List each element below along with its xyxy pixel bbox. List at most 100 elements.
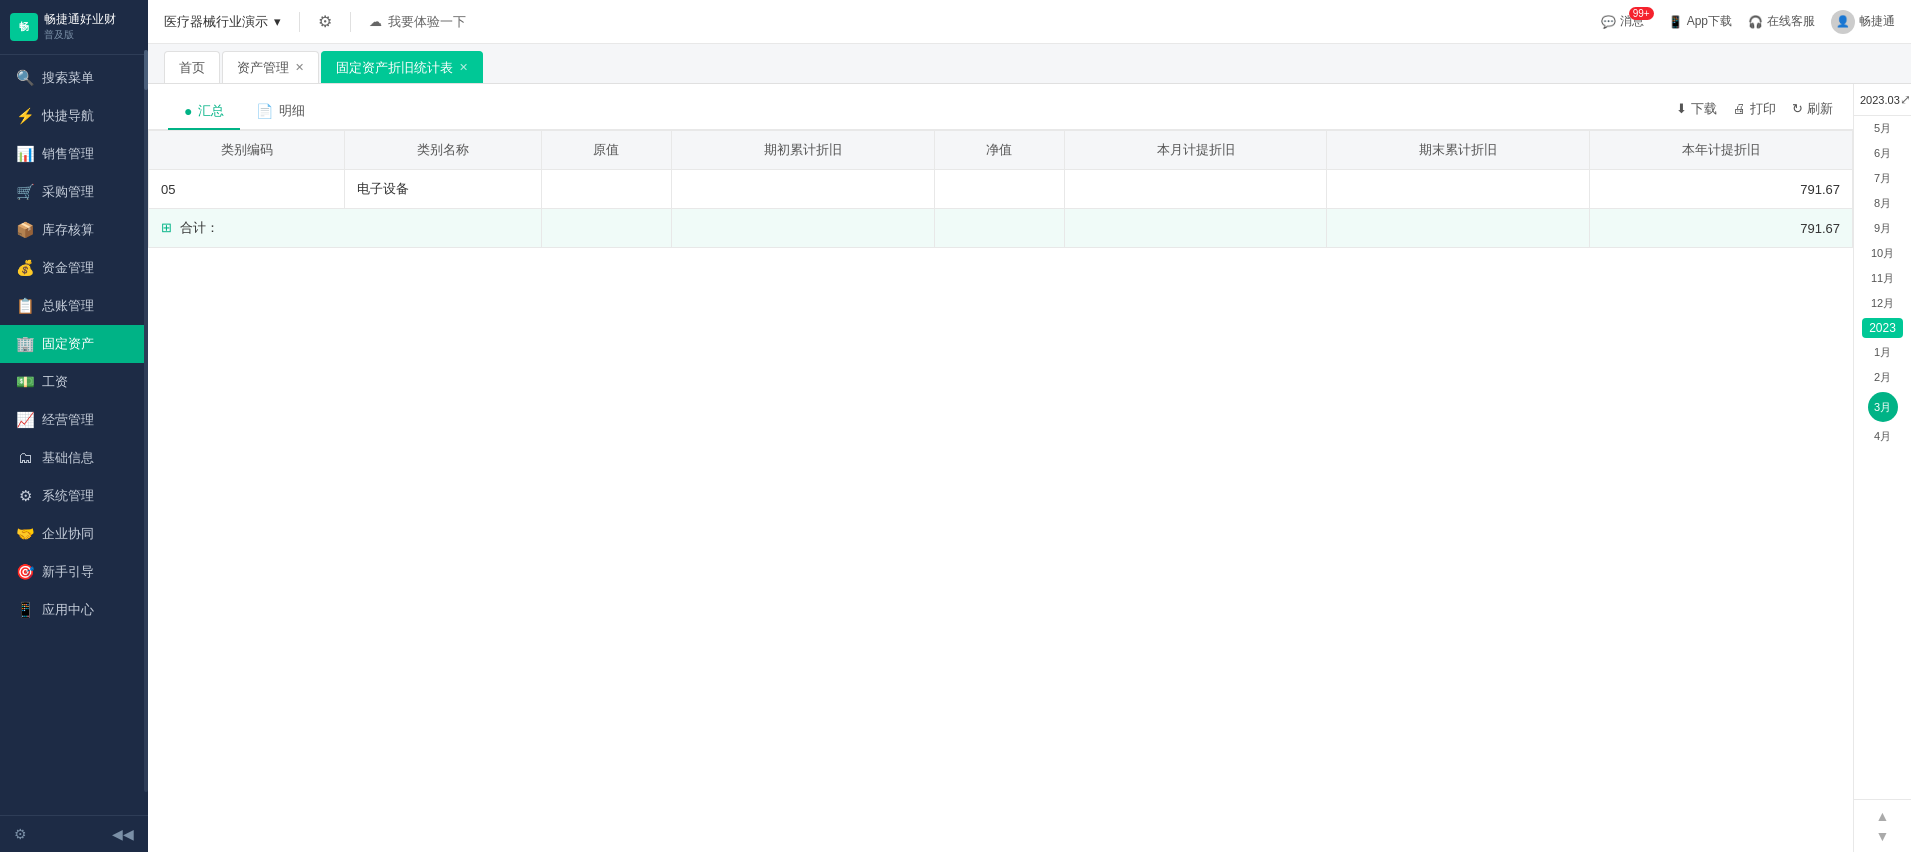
right-panel: 2023.03 ⤢ ✕ 5月 6月 7月 8月 9月 10月 11月 12月 2… <box>1853 84 1911 852</box>
lightning-icon: ⚡ <box>16 107 34 125</box>
refresh-icon: ↻ <box>1792 101 1803 116</box>
detail-tab-icon: 📄 <box>256 103 273 119</box>
building-icon: 🏢 <box>16 335 34 353</box>
sidebar-header: 畅 畅捷通好业财 普及版 <box>0 0 148 55</box>
sidebar-item-sales[interactable]: 📊 销售管理 <box>0 135 148 173</box>
summary-initial-dep <box>671 209 934 248</box>
topbar-settings-icon[interactable]: ⚙ <box>318 12 332 31</box>
year-2023-label: 2023 <box>1862 318 1903 338</box>
sidebar-item-system[interactable]: ⚙ 系统管理 <box>0 477 148 515</box>
trend-icon: 📈 <box>16 411 34 429</box>
banknote-icon: 💵 <box>16 373 34 391</box>
collapse-icon[interactable]: ◀◀ <box>112 826 134 842</box>
tab-fixed-depreciation[interactable]: 固定资产折旧统计表 ✕ <box>321 51 483 83</box>
tab-fixed-close[interactable]: ✕ <box>459 61 468 74</box>
sidebar-item-corp[interactable]: 🤝 企业协同 <box>0 515 148 553</box>
settings-footer-icon[interactable]: ⚙ <box>14 826 27 842</box>
app-title-block: 畅捷通好业财 普及版 <box>44 12 116 42</box>
subtab-summary[interactable]: ● 汇总 <box>168 94 240 130</box>
content: ● 汇总 📄 明细 ⬇ 下载 🖨 打印 <box>148 84 1911 852</box>
scroll-up-btn[interactable]: ▲ <box>1876 808 1890 824</box>
user-avatar: 👤 <box>1831 10 1855 34</box>
month-item-5[interactable]: 5月 <box>1854 116 1911 141</box>
search-icon: 🔍 <box>16 69 34 87</box>
topbar-divider <box>299 12 300 32</box>
sidebar-item-fixed[interactable]: 🏢 固定资产 <box>0 325 148 363</box>
messages-badge: 99+ <box>1629 7 1654 20</box>
customer-service-btn[interactable]: 🎧 在线客服 <box>1748 13 1815 30</box>
messages-btn[interactable]: 💬 消息 99+ <box>1601 13 1644 30</box>
sidebar-item-base[interactable]: 🗂 基础信息 <box>0 439 148 477</box>
right-panel-scroll: 5月 6月 7月 8月 9月 10月 11月 12月 2023 1月 2月 3月… <box>1854 116 1911 799</box>
experience-btn[interactable]: ☁ 我要体验一下 <box>369 13 466 31</box>
sidebar-item-ledger[interactable]: 📋 总账管理 <box>0 287 148 325</box>
print-btn[interactable]: 🖨 打印 <box>1733 100 1776 118</box>
message-icon: 💬 <box>1601 15 1616 29</box>
sidebar-item-label: 库存核算 <box>42 221 94 239</box>
cart-icon: 🛒 <box>16 183 34 201</box>
download-btn[interactable]: ⬇ 下载 <box>1676 100 1717 118</box>
month-item-12[interactable]: 12月 <box>1854 291 1911 316</box>
company-selector[interactable]: 医疗器械行业演示 ▾ <box>164 13 281 31</box>
sidebar-scroll-track <box>144 50 148 792</box>
month-item-6[interactable]: 6月 <box>1854 141 1911 166</box>
subtab-detail[interactable]: 📄 明细 <box>240 94 321 130</box>
summary-original <box>541 209 671 248</box>
tab-asset-close[interactable]: ✕ <box>295 61 304 74</box>
expand-icon[interactable]: ⤢ <box>1900 92 1911 107</box>
month-item-9[interactable]: 9月 <box>1854 216 1911 241</box>
sidebar-item-apps[interactable]: 📱 应用中心 <box>0 591 148 629</box>
sidebar-item-purchase[interactable]: 🛒 采购管理 <box>0 173 148 211</box>
dropdown-icon: ▾ <box>274 14 281 29</box>
month-item-2023-4[interactable]: 4月 <box>1854 424 1911 449</box>
month-item-8[interactable]: 8月 <box>1854 191 1911 216</box>
col-initial-dep: 期初累计折旧 <box>671 131 934 170</box>
tabbar: 首页 资产管理 ✕ 固定资产折旧统计表 ✕ <box>148 44 1911 84</box>
month-item-2023-3[interactable]: 3月 <box>1868 392 1898 422</box>
col-name: 类别名称 <box>345 131 541 170</box>
app-subtitle: 普及版 <box>44 28 116 42</box>
table-header-row: 类别编码 类别名称 原值 期初累计折旧 净值 本月计提折旧 期末累计折旧 本年计… <box>149 131 1853 170</box>
right-panel-title: 2023.03 <box>1860 94 1900 106</box>
col-monthly-dep: 本月计提折旧 <box>1064 131 1327 170</box>
tab-home[interactable]: 首页 <box>164 51 220 83</box>
summary-annual-dep: 791.67 <box>1590 209 1853 248</box>
sidebar-footer: ⚙ ◀◀ <box>0 815 148 852</box>
topbar-divider2 <box>350 12 351 32</box>
table-row: 05 电子设备 791.67 <box>149 170 1853 209</box>
sidebar-item-ops[interactable]: 📈 经营管理 <box>0 401 148 439</box>
cell-original <box>541 170 671 209</box>
sidebar-item-inventory[interactable]: 📦 库存核算 <box>0 211 148 249</box>
summary-tab-icon: ● <box>184 103 192 119</box>
month-item-10[interactable]: 10月 <box>1854 241 1911 266</box>
month-item-7[interactable]: 7月 <box>1854 166 1911 191</box>
month-item-2023-2[interactable]: 2月 <box>1854 365 1911 390</box>
sidebar-item-payroll[interactable]: 💵 工资 <box>0 363 148 401</box>
app-download-label: App下载 <box>1687 13 1732 30</box>
app-download-btn[interactable]: 📱 App下载 <box>1668 13 1732 30</box>
col-code: 类别编码 <box>149 131 345 170</box>
sidebar-item-label: 搜索菜单 <box>42 69 94 87</box>
sidebar-item-fund[interactable]: 💰 资金管理 <box>0 249 148 287</box>
cell-code: 05 <box>149 170 345 209</box>
right-panel-bottom: ▲ ▼ <box>1854 799 1911 852</box>
refresh-btn[interactable]: ↻ 刷新 <box>1792 100 1833 118</box>
right-panel-actions: ⤢ ✕ <box>1900 92 1911 107</box>
cell-initial-dep <box>671 170 934 209</box>
sidebar-item-guide[interactable]: 🎯 新手引导 <box>0 553 148 591</box>
summary-end-dep <box>1327 209 1590 248</box>
scroll-down-btn[interactable]: ▼ <box>1876 828 1890 844</box>
folder-icon: 🗂 <box>16 449 34 466</box>
col-net: 净值 <box>934 131 1064 170</box>
sidebar-item-quicknav[interactable]: ⚡ 快捷导航 <box>0 97 148 135</box>
company-name: 医疗器械行业演示 <box>164 13 268 31</box>
cell-end-dep <box>1327 170 1590 209</box>
subtab-summary-label: 汇总 <box>198 102 224 120</box>
tab-asset-mgmt[interactable]: 资产管理 ✕ <box>222 51 319 83</box>
col-annual-dep: 本年计提折旧 <box>1590 131 1853 170</box>
month-item-11[interactable]: 11月 <box>1854 266 1911 291</box>
month-item-2023-1[interactable]: 1月 <box>1854 340 1911 365</box>
subtabs: ● 汇总 📄 明细 ⬇ 下载 🖨 打印 <box>148 84 1853 130</box>
sidebar-item-search[interactable]: 🔍 搜索菜单 <box>0 59 148 97</box>
user-btn[interactable]: 👤 畅捷通 <box>1831 10 1895 34</box>
